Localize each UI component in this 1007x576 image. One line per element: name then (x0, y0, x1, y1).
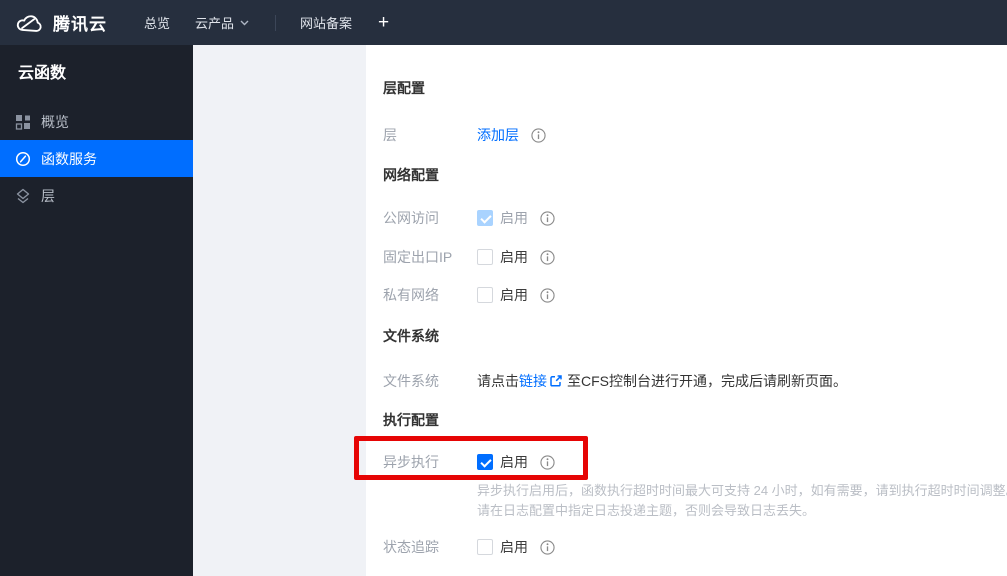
function-circle-slash-icon (15, 151, 31, 166)
public-access-row: 公网访问 启用 (383, 208, 1007, 228)
nav-item-cloud-products[interactable]: 云产品 (195, 13, 249, 32)
async-exec-checkbox[interactable] (477, 454, 493, 470)
sidebar-item-label: 层 (41, 187, 55, 204)
hint-prefix: 请点击 (477, 373, 519, 389)
external-link-icon[interactable] (549, 374, 563, 388)
nav-add-tab-button[interactable]: + (378, 13, 389, 32)
add-layer-link[interactable]: 添加层 (477, 125, 519, 145)
function-list-collapsed-panel (193, 45, 366, 576)
file-system-hint: 请点击 链接 至CFS控制台进行开通，完成后请刷新页面。 (477, 371, 847, 391)
sidebar-item-function-service[interactable]: 函数服务 (0, 140, 193, 177)
enable-label: 启用 (500, 210, 528, 226)
sidebar: 云函数 概览 函数服务 层 (0, 45, 193, 576)
fixed-ip-checkbox[interactable] (477, 249, 493, 265)
fixed-ip-label: 固定出口IP (383, 249, 453, 265)
sidebar-item-label: 概览 (41, 113, 69, 130)
file-system-label: 文件系统 (383, 373, 439, 389)
file-system-row: 文件系统 请点击 链接 至CFS控制台进行开通，完成后请刷新页面。 (383, 371, 1007, 391)
info-icon[interactable] (540, 454, 555, 470)
info-icon[interactable] (540, 539, 555, 555)
section-title-exec-config: 执行配置 (383, 412, 439, 428)
brand-home-link[interactable]: 腾讯云 (13, 10, 107, 35)
section-title-network-config: 网络配置 (383, 167, 439, 183)
public-access-label: 公网访问 (383, 210, 439, 226)
async-desc-line2: 请在日志配置中指定日志投递主题，否则会导致日志丢失。 (477, 503, 816, 518)
layers-icon (16, 188, 30, 203)
sidebar-item-overview[interactable]: 概览 (0, 103, 193, 140)
nav-item-overview[interactable]: 总览 (144, 13, 170, 32)
info-icon[interactable] (531, 127, 546, 143)
grid-icon (15, 114, 30, 130)
console-screen: 腾讯云 总览 云产品 网站备案 + 云函数 概览 函数服务 层 层配置 层 添加… (0, 0, 1007, 576)
chevron-down-icon (240, 20, 249, 25)
async-exec-row: 异步执行 启用 (383, 452, 1007, 472)
section-title-file-system: 文件系统 (383, 328, 439, 344)
status-tracking-row: 状态追踪 启用 (383, 537, 1007, 557)
enable-label: 启用 (500, 287, 528, 303)
status-tracking-label: 状态追踪 (383, 539, 439, 555)
public-access-checkbox[interactable] (477, 210, 493, 226)
layer-row: 层 添加层 (383, 125, 1007, 145)
async-desc-line1: 异步执行启用后，函数执行超时时间最大可支持 24 小时，如有需要，请到执行超时时… (477, 483, 1007, 498)
sidebar-menu: 概览 函数服务 层 (0, 103, 193, 214)
sidebar-product-title: 云函数 (18, 65, 67, 82)
tencent-cloud-logo-icon (16, 14, 42, 32)
enable-label: 启用 (500, 539, 528, 555)
fixed-ip-row: 固定出口IP 启用 (383, 247, 1007, 267)
info-icon[interactable] (540, 249, 555, 265)
layer-label: 层 (383, 127, 397, 143)
nav-item-website-record[interactable]: 网站备案 (300, 13, 352, 32)
info-icon[interactable] (540, 210, 555, 226)
topbar: 腾讯云 总览 云产品 网站备案 + (0, 0, 1007, 45)
private-network-checkbox[interactable] (477, 287, 493, 303)
nav-cloud-products-label: 云产品 (195, 16, 235, 31)
async-exec-label: 异步执行 (383, 454, 439, 470)
status-tracking-checkbox[interactable] (477, 539, 493, 555)
async-exec-description: 异步执行启用后，函数执行超时时间最大可支持 24 小时，如有需要，请到执行超时时… (477, 481, 1007, 521)
sidebar-item-label: 函数服务 (41, 150, 97, 167)
nav-divider (275, 14, 277, 31)
brand-name: 腾讯云 (53, 15, 107, 34)
sidebar-item-layers[interactable]: 层 (0, 177, 193, 214)
top-navigation: 总览 云产品 网站备案 + (144, 13, 389, 32)
function-config-content: 层配置 层 添加层 网络配置 公网访问 启用 固定出口IP 启用 私有网络 启用… (366, 45, 1007, 576)
enable-label: 启用 (500, 249, 528, 265)
private-network-label: 私有网络 (383, 287, 439, 303)
private-network-row: 私有网络 启用 (383, 285, 1007, 305)
info-icon[interactable] (540, 287, 555, 303)
cfs-link[interactable]: 链接 (519, 371, 547, 391)
section-title-layer-config: 层配置 (383, 80, 425, 96)
hint-suffix: 至CFS控制台进行开通，完成后请刷新页面。 (567, 373, 847, 389)
enable-label: 启用 (500, 454, 528, 470)
